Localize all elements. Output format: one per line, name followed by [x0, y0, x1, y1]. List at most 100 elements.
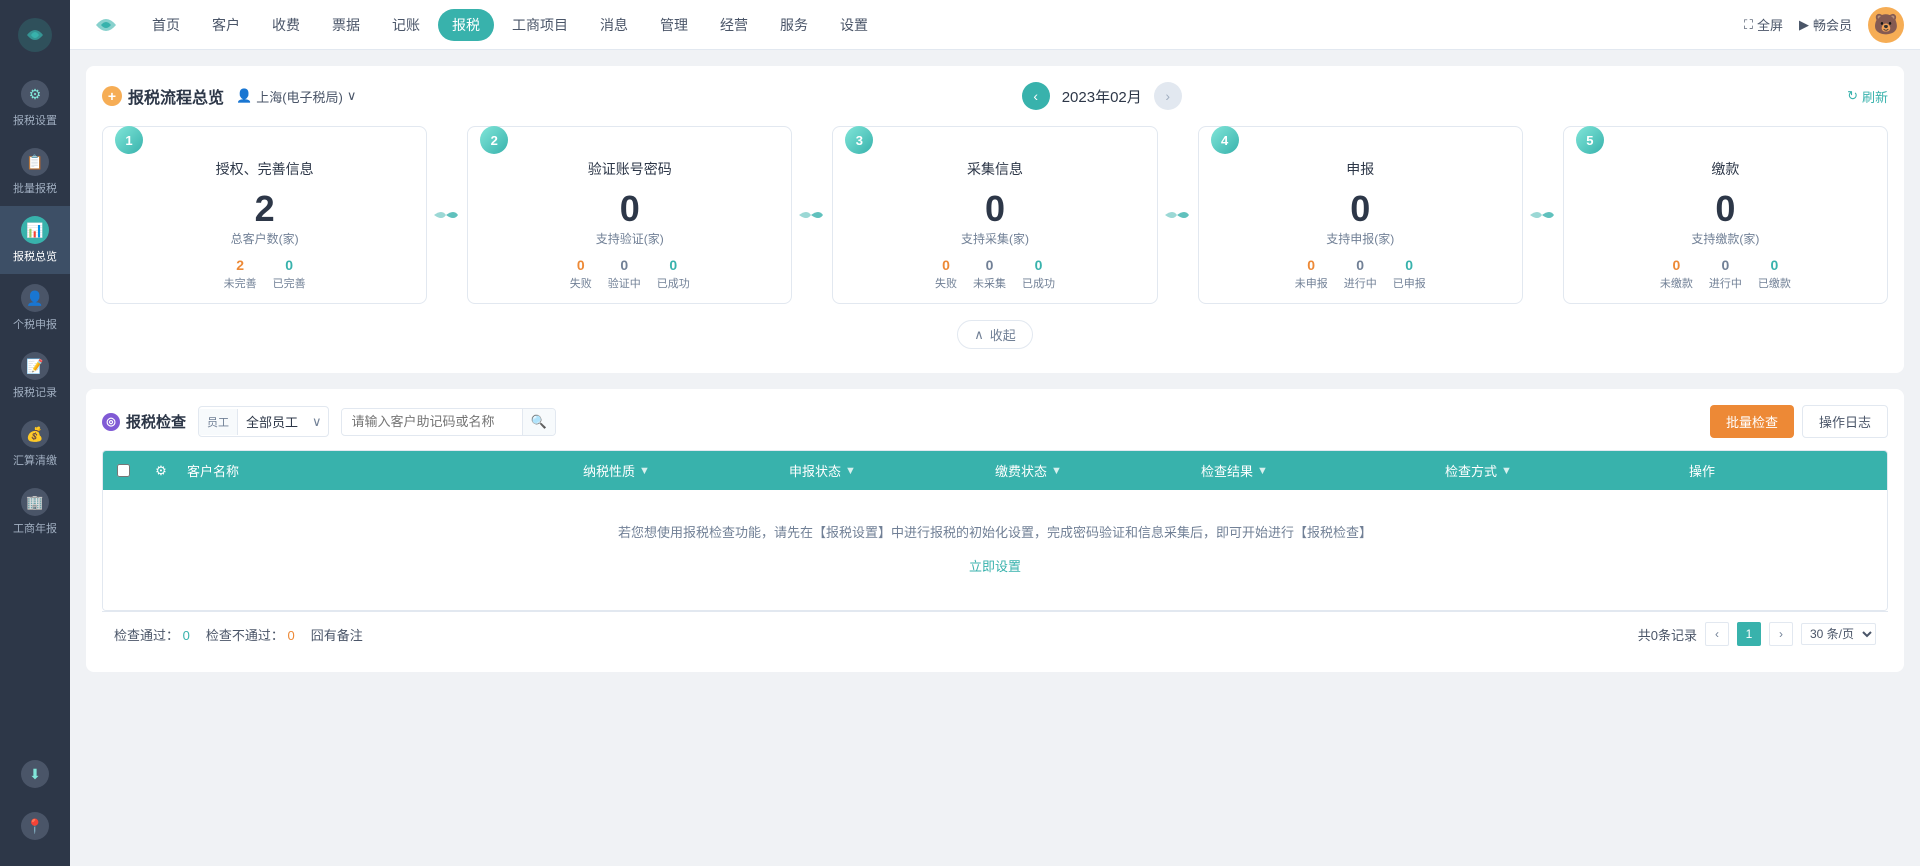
th-client-name-text: 客户名称: [187, 461, 239, 480]
nav-bookkeeping[interactable]: 记账: [378, 9, 434, 41]
declare-filter-icon[interactable]: ▼: [845, 465, 856, 477]
content-area: + 报税流程总览 👤 上海(电子税局) ∨ ‹ 2023年02月 › ↻: [70, 50, 1920, 866]
stat-num-5-2: 0: [1771, 257, 1779, 273]
arrow-3-4: [1158, 126, 1198, 304]
nav-invoice[interactable]: 票据: [318, 9, 374, 41]
location-badge[interactable]: 👤 上海(电子税局) ∨: [236, 87, 356, 106]
check-header: ◎ 报税检查 员工 全部员工 ∨ 🔍 批量检查 操作日志: [102, 405, 1888, 438]
member-button[interactable]: ▶ 畅会员: [1799, 15, 1852, 34]
prev-page-button[interactable]: ‹: [1705, 622, 1729, 646]
nav-client[interactable]: 客户: [198, 9, 254, 41]
stat-lbl-4-0: 未申报: [1295, 275, 1328, 291]
nav-service[interactable]: 服务: [766, 9, 822, 41]
refresh-label: 刷新: [1862, 87, 1888, 106]
stat-num-5-1: 0: [1722, 257, 1730, 273]
check-title-text: 报税检查: [126, 411, 186, 432]
th-settings[interactable]: ⚙: [143, 453, 179, 489]
sidebar-item-tax-overview[interactable]: 📊 报税总览: [0, 206, 70, 274]
batch-check-button[interactable]: 批量检查: [1710, 405, 1794, 438]
step-stats-2: 0 失败 0 验证中 0 已成功: [480, 257, 779, 291]
step-stat-1-1: 0 已完善: [273, 257, 306, 291]
sidebar-item-business-annual[interactable]: 🏢 工商年报: [0, 478, 70, 546]
step-stat-5-1: 0 进行中: [1709, 257, 1742, 291]
step-stats-5: 0 未缴款 0 进行中 0 已缴款: [1576, 257, 1875, 291]
step-count-4: 0: [1211, 187, 1510, 230]
topnav-right: ⛶ 全屏 ▶ 畅会员 🐻: [1744, 7, 1904, 43]
nav-fee[interactable]: 收费: [258, 9, 314, 41]
tax-filter-icon[interactable]: ▼: [639, 465, 650, 477]
collapse-button[interactable]: ∧ 收起: [957, 320, 1033, 349]
stat-lbl-5-2: 已缴款: [1758, 275, 1791, 291]
sidebar-item-location[interactable]: 📍: [17, 802, 53, 850]
user-avatar[interactable]: 🐻: [1868, 7, 1904, 43]
th-checkbox[interactable]: [103, 454, 143, 487]
nav-message[interactable]: 消息: [586, 9, 642, 41]
sidebar-item-personal-tax[interactable]: 👤 个税申报: [0, 274, 70, 342]
method-filter-icon[interactable]: ▼: [1501, 465, 1512, 477]
pay-filter-icon[interactable]: ▼: [1051, 465, 1062, 477]
step-count-3: 0: [845, 187, 1144, 230]
table-body-empty: 若您想使用报税检查功能，请先在【报税设置】中进行报税的初始化设置，完成密码验证和…: [103, 490, 1887, 610]
collapse-bar: ∧ 收起: [102, 312, 1888, 357]
plus-icon: +: [102, 86, 122, 106]
arrow-4-5: [1523, 126, 1563, 304]
search-input[interactable]: [342, 409, 522, 434]
batch-tax-icon: 📋: [21, 148, 49, 176]
th-check-method-text: 检查方式: [1445, 461, 1497, 480]
prev-month-button[interactable]: ‹: [1022, 82, 1050, 110]
employee-value: 全部员工: [238, 407, 306, 436]
nav-business[interactable]: 工商项目: [498, 9, 582, 41]
next-page-button[interactable]: ›: [1769, 622, 1793, 646]
step-title-1: 授权、完善信息: [115, 159, 414, 179]
sidebar-item-batch-tax[interactable]: 📋 批量报税: [0, 138, 70, 206]
sidebar-label-tax-records: 报税记录: [13, 384, 57, 400]
employee-filter[interactable]: 员工 全部员工 ∨: [198, 406, 329, 437]
fullscreen-label: 全屏: [1757, 15, 1783, 34]
per-page-select[interactable]: 30 条/页: [1801, 623, 1876, 645]
refresh-icon: ↻: [1847, 88, 1858, 104]
nav-tax[interactable]: 报税: [438, 9, 494, 41]
step-stats-1: 2 未完善 0 已完善: [115, 257, 414, 291]
result-filter-icon[interactable]: ▼: [1257, 465, 1268, 477]
sidebar-label-business-annual: 工商年报: [13, 520, 57, 536]
sidebar-item-download[interactable]: ⬇: [17, 750, 53, 798]
th-check-method: 检查方式 ▼: [1437, 451, 1681, 490]
next-month-button[interactable]: ›: [1154, 82, 1182, 110]
step-stat-1-0: 2 未完善: [224, 257, 257, 291]
nav-operation[interactable]: 经营: [706, 9, 762, 41]
flow-header-left: + 报税流程总览 👤 上海(电子税局) ∨: [102, 84, 356, 108]
stat-lbl-2-0: 失败: [570, 275, 592, 291]
stat-lbl-3-0: 失败: [935, 275, 957, 291]
business-annual-icon: 🏢: [21, 488, 49, 516]
step-stat-3-0: 0 失败: [935, 257, 957, 291]
step-number-1: 1: [115, 126, 143, 154]
nav-manage[interactable]: 管理: [646, 9, 702, 41]
employee-dropdown-icon[interactable]: ∨: [306, 409, 328, 435]
sidebar-item-tax-records[interactable]: 📝 报税记录: [0, 342, 70, 410]
sidebar-item-tax-settings[interactable]: ⚙ 报税设置: [0, 70, 70, 138]
step-stat-5-0: 0 未缴款: [1660, 257, 1693, 291]
step-count-1: 2: [115, 187, 414, 230]
select-all-checkbox[interactable]: [117, 464, 130, 477]
th-check-result-text: 检查结果: [1201, 461, 1253, 480]
setup-link[interactable]: 立即设置: [969, 554, 1021, 580]
page-1-button[interactable]: 1: [1737, 622, 1761, 646]
stat-num-2-2: 0: [669, 257, 677, 273]
nav-home[interactable]: 首页: [138, 9, 194, 41]
pass-count[interactable]: 0: [183, 628, 190, 643]
stat-lbl-5-0: 未缴款: [1660, 275, 1693, 291]
fail-count[interactable]: 0: [288, 628, 295, 643]
total-records: 共0条记录: [1638, 625, 1697, 644]
stat-num-3-1: 0: [986, 257, 994, 273]
tax-records-icon: 📝: [21, 352, 49, 380]
fullscreen-button[interactable]: ⛶ 全屏: [1744, 15, 1783, 34]
search-button[interactable]: 🔍: [522, 409, 555, 435]
nav-settings[interactable]: 设置: [826, 9, 882, 41]
sidebar-item-annual-settle[interactable]: 💰 汇算清缴: [0, 410, 70, 478]
step-stat-3-2: 0 已成功: [1022, 257, 1055, 291]
step-count-5: 0: [1576, 187, 1875, 230]
refresh-button[interactable]: ↻ 刷新: [1847, 87, 1888, 106]
operation-log-button[interactable]: 操作日志: [1802, 405, 1888, 438]
th-client-name: 客户名称: [179, 451, 575, 490]
step-count-label-3: 支持采集(家): [845, 230, 1144, 247]
